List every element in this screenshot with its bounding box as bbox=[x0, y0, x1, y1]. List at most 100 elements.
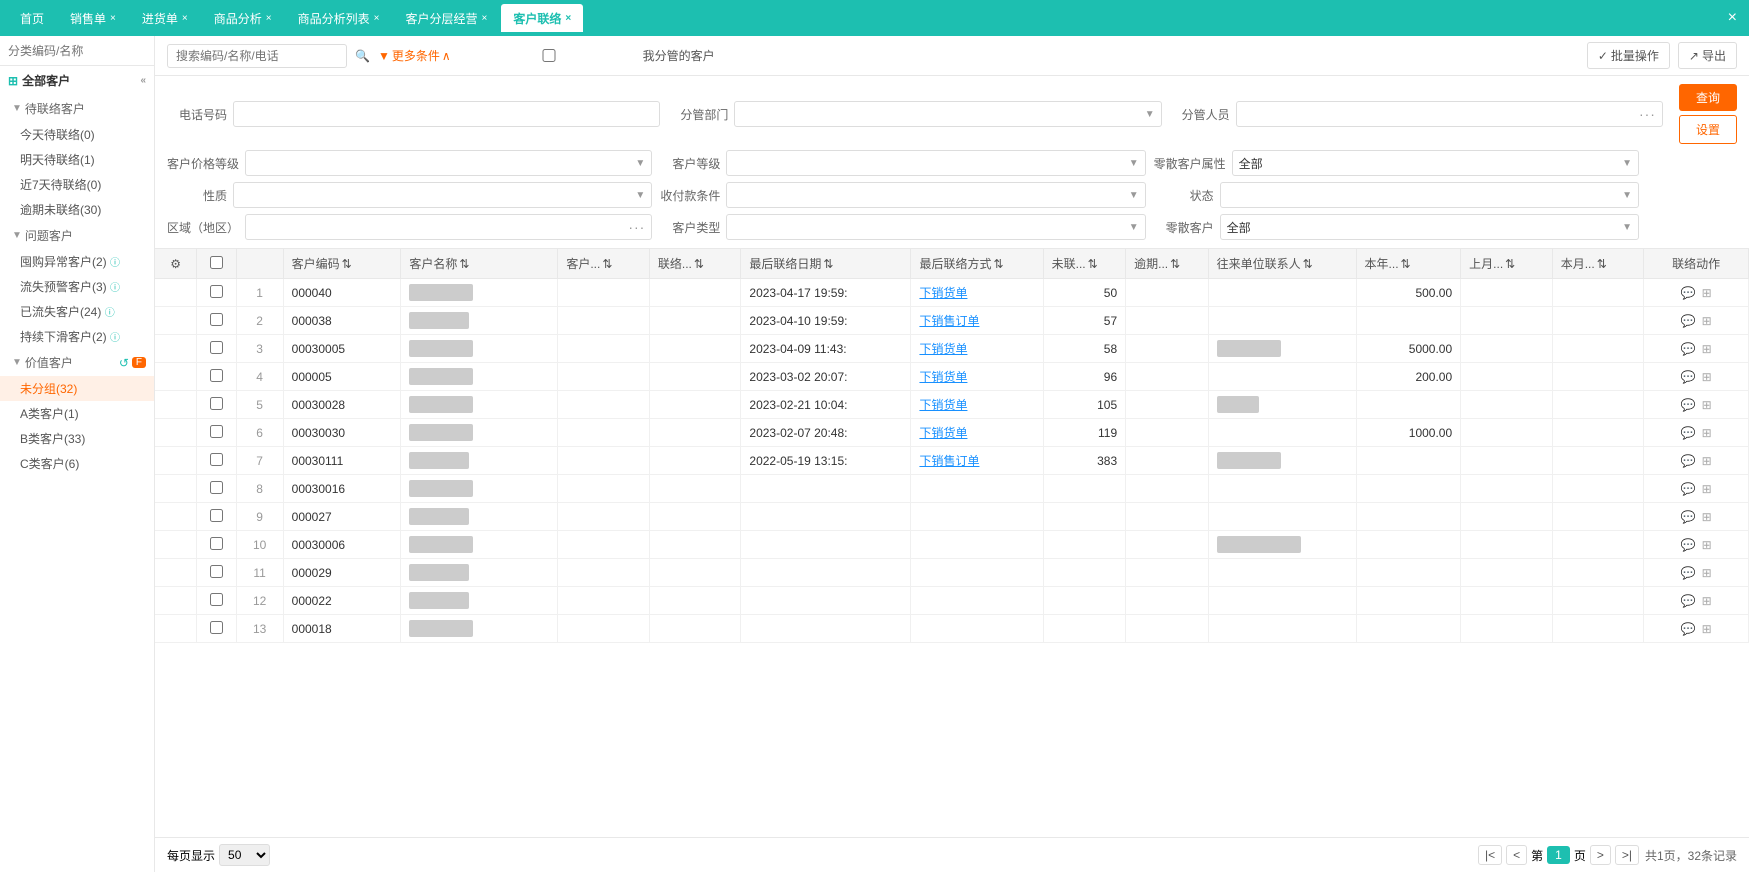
more-action-icon[interactable]: ⊞ bbox=[1702, 594, 1712, 608]
more-action-icon[interactable]: ⊞ bbox=[1702, 286, 1712, 300]
row-checkbox-cell[interactable] bbox=[197, 363, 236, 391]
col-last-way-header[interactable]: 最后联络方式 ⇅ bbox=[911, 249, 1043, 279]
message-icon[interactable]: 💬 bbox=[1681, 286, 1696, 300]
message-icon[interactable]: 💬 bbox=[1681, 454, 1696, 468]
tab-purchase[interactable]: 进货单 × bbox=[130, 4, 200, 32]
close-all-button[interactable]: × bbox=[1724, 5, 1741, 31]
message-icon[interactable]: 💬 bbox=[1681, 370, 1696, 384]
col-select-all[interactable] bbox=[197, 249, 236, 279]
last-way-link[interactable]: 下销售订单 bbox=[919, 314, 979, 328]
retail-attr-select[interactable]: 全部 ▼ bbox=[1232, 150, 1639, 176]
row-checkbox[interactable] bbox=[210, 481, 223, 494]
sidebar-item-no-group[interactable]: 未分组(32) bbox=[0, 376, 154, 401]
group-problem-customers[interactable]: ▼ 问题客户 bbox=[0, 222, 154, 249]
message-icon[interactable]: 💬 bbox=[1681, 342, 1696, 356]
row-checkbox-cell[interactable] bbox=[197, 615, 236, 643]
tab-customer-segment[interactable]: 客户分层经营 × bbox=[393, 4, 499, 32]
row-checkbox-cell[interactable] bbox=[197, 559, 236, 587]
sidebar-item-a-class[interactable]: A类客户(1) bbox=[0, 401, 154, 426]
my-customers-check[interactable] bbox=[459, 49, 639, 62]
more-action-icon[interactable]: ⊞ bbox=[1702, 370, 1712, 384]
reset-button[interactable]: 设置 bbox=[1679, 115, 1737, 144]
row-checkbox-cell[interactable] bbox=[197, 391, 236, 419]
first-page-button[interactable]: |< bbox=[1478, 845, 1502, 865]
more-action-icon[interactable]: ⊞ bbox=[1702, 342, 1712, 356]
row-checkbox-cell[interactable] bbox=[197, 447, 236, 475]
sidebar-item-churn-warning[interactable]: 流失预警客户(3) ⓘ bbox=[0, 274, 154, 299]
row-checkbox[interactable] bbox=[210, 565, 223, 578]
close-sales-icon[interactable]: × bbox=[110, 13, 116, 24]
more-action-icon[interactable]: ⊞ bbox=[1702, 314, 1712, 328]
col-no-contact-header[interactable]: 未联... ⇅ bbox=[1043, 249, 1126, 279]
tab-analysis-list[interactable]: 商品分析列表 × bbox=[286, 4, 392, 32]
row-checkbox[interactable] bbox=[210, 369, 223, 382]
more-action-icon[interactable]: ⊞ bbox=[1702, 426, 1712, 440]
row-checkbox-cell[interactable] bbox=[197, 335, 236, 363]
payment-select[interactable]: ▼ bbox=[726, 182, 1145, 208]
more-action-icon[interactable]: ⊞ bbox=[1702, 566, 1712, 580]
last-way-link[interactable]: 下销货单 bbox=[919, 342, 967, 356]
region-select[interactable]: ··· bbox=[245, 214, 652, 240]
row-checkbox[interactable] bbox=[210, 313, 223, 326]
col-this-year-header[interactable]: 本年... ⇅ bbox=[1356, 249, 1461, 279]
col-last-date-header[interactable]: 最后联络日期 ⇅ bbox=[741, 249, 911, 279]
last-way-link[interactable]: 下销货单 bbox=[919, 286, 967, 300]
next-page-button[interactable]: > bbox=[1590, 845, 1611, 865]
col-contact-person-header[interactable]: 往来单位联系人 ⇅ bbox=[1208, 249, 1356, 279]
col-name-header[interactable]: 客户名称 ⇅ bbox=[401, 249, 558, 279]
sidebar-item-declining[interactable]: 持续下滑客户(2) ⓘ bbox=[0, 324, 154, 349]
message-icon[interactable]: 💬 bbox=[1681, 510, 1696, 524]
search-input[interactable] bbox=[167, 44, 347, 68]
col-settings[interactable]: ⚙ bbox=[155, 249, 197, 279]
last-way-link[interactable]: 下销售订单 bbox=[919, 454, 979, 468]
row-checkbox-cell[interactable] bbox=[197, 587, 236, 615]
customer-type-select[interactable]: ▼ bbox=[726, 214, 1145, 240]
row-checkbox[interactable] bbox=[210, 537, 223, 550]
more-action-icon[interactable]: ⊞ bbox=[1702, 398, 1712, 412]
phone-input[interactable] bbox=[233, 101, 660, 127]
group-value-customers[interactable]: ▼ 价值客户 ↺ F bbox=[0, 349, 154, 376]
sidebar-item-c-class[interactable]: C类客户(6) bbox=[0, 451, 154, 476]
row-checkbox-cell[interactable] bbox=[197, 307, 236, 335]
batch-op-button[interactable]: ✓ 批量操作 bbox=[1587, 42, 1670, 69]
sidebar-item-tomorrow[interactable]: 明天待联络(1) bbox=[0, 147, 154, 172]
last-way-link[interactable]: 下销货单 bbox=[919, 398, 967, 412]
per-page-select[interactable]: 50 100 200 bbox=[219, 844, 270, 866]
col-type-header[interactable]: 客户... ⇅ bbox=[558, 249, 650, 279]
last-way-link[interactable]: 下销货单 bbox=[919, 370, 967, 384]
row-checkbox[interactable] bbox=[210, 621, 223, 634]
row-checkbox[interactable] bbox=[210, 453, 223, 466]
row-checkbox-cell[interactable] bbox=[197, 503, 236, 531]
status-select[interactable]: ▼ bbox=[1220, 182, 1639, 208]
message-icon[interactable]: 💬 bbox=[1681, 314, 1696, 328]
row-checkbox-cell[interactable] bbox=[197, 279, 236, 307]
retail-customer-select[interactable]: 全部 ▼ bbox=[1220, 214, 1639, 240]
customer-level-select[interactable]: ▼ bbox=[726, 150, 1145, 176]
row-checkbox[interactable] bbox=[210, 285, 223, 298]
tab-customer-contact[interactable]: 客户联络 × bbox=[501, 4, 583, 32]
sidebar-item-b-class[interactable]: B类客户(33) bbox=[0, 426, 154, 451]
last-page-button[interactable]: >| bbox=[1615, 845, 1639, 865]
dept-select[interactable]: ▼ bbox=[734, 101, 1161, 127]
message-icon[interactable]: 💬 bbox=[1681, 622, 1696, 636]
col-this-month-header[interactable]: 本月... ⇅ bbox=[1552, 249, 1644, 279]
close-purchase-icon[interactable]: × bbox=[182, 13, 188, 24]
sidebar-item-7days[interactable]: 近7天待联络(0) bbox=[0, 172, 154, 197]
my-customers-checkbox[interactable]: 我分管的客户 bbox=[459, 47, 715, 64]
col-code-header[interactable]: 客户编码 ⇅ bbox=[283, 249, 401, 279]
row-checkbox[interactable] bbox=[210, 593, 223, 606]
close-analysis-icon[interactable]: × bbox=[266, 13, 272, 24]
all-customers-header[interactable]: ⊞ 全部客户 « bbox=[0, 66, 154, 95]
filter-search-icon[interactable]: 🔍 bbox=[355, 49, 370, 63]
sidebar-search-input[interactable] bbox=[8, 44, 155, 58]
select-all-checkbox[interactable] bbox=[210, 256, 223, 269]
sidebar-item-today[interactable]: 今天待联络(0) bbox=[0, 122, 154, 147]
export-button[interactable]: ↗ 导出 bbox=[1678, 42, 1737, 69]
query-button[interactable]: 查询 bbox=[1679, 84, 1737, 111]
more-action-icon[interactable]: ⊞ bbox=[1702, 454, 1712, 468]
last-way-link[interactable]: 下销货单 bbox=[919, 426, 967, 440]
price-level-select[interactable]: ▼ bbox=[245, 150, 652, 176]
collapse-icon[interactable]: « bbox=[140, 75, 146, 86]
more-action-icon[interactable]: ⊞ bbox=[1702, 622, 1712, 636]
message-icon[interactable]: 💬 bbox=[1681, 426, 1696, 440]
